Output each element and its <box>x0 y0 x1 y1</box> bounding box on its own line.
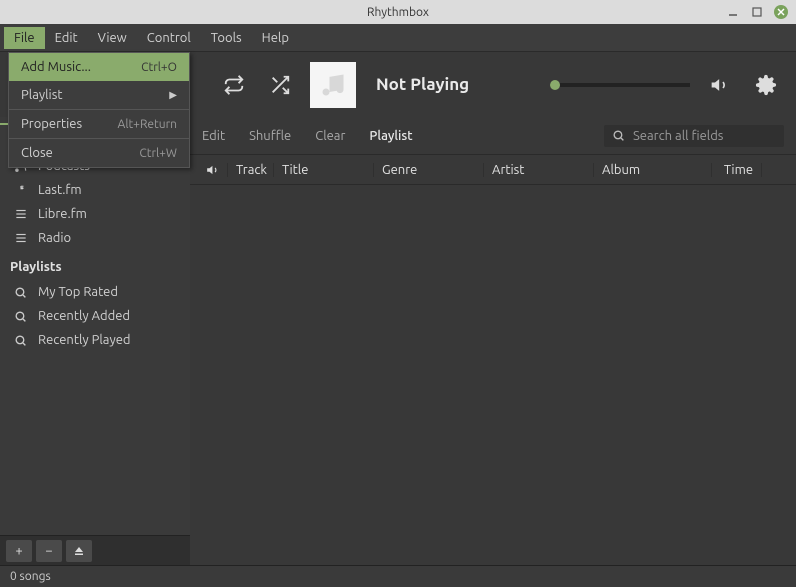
main-toolbar: Edit Shuffle Clear Playlist <box>190 117 796 155</box>
search-input[interactable] <box>633 129 776 143</box>
sidebar: ♫ Music Podcasts ᣵ Last.fm <box>0 117 190 565</box>
volume-button[interactable] <box>704 69 736 101</box>
column-time[interactable]: Time <box>712 163 762 177</box>
search-icon <box>612 129 625 142</box>
menu-item-label: Properties <box>21 117 82 131</box>
sidebar-bottom-bar: + − <box>0 535 190 565</box>
menu-help[interactable]: Help <box>252 27 299 49</box>
remove-playlist-button[interactable]: − <box>36 540 62 562</box>
menu-close[interactable]: Close Ctrl+W <box>9 139 189 167</box>
eject-button[interactable] <box>66 540 92 562</box>
menu-playlist[interactable]: Playlist ▶ <box>9 81 189 109</box>
sidebar-item-recently-played[interactable]: Recently Played <box>0 328 190 352</box>
sidebar-item-top-rated[interactable]: My Top Rated <box>0 280 190 304</box>
title-bar: Rhythmbox <box>0 0 796 24</box>
menu-item-shortcut: Ctrl+O <box>141 61 177 74</box>
column-track[interactable]: Track <box>228 163 274 177</box>
window-controls <box>726 5 788 19</box>
sidebar-item-lastfm[interactable]: ᣵ Last.fm <box>0 178 190 202</box>
list-icon <box>14 207 30 221</box>
menu-view[interactable]: View <box>88 27 137 49</box>
menu-item-label: Playlist <box>21 88 62 102</box>
search-box[interactable] <box>604 125 784 147</box>
sidebar-item-label: My Top Rated <box>38 285 118 299</box>
menu-item-shortcut: Ctrl+W <box>139 147 177 160</box>
menu-item-label: Close <box>21 146 53 160</box>
search-icon <box>14 310 30 323</box>
shuffle-button-text[interactable]: Shuffle <box>249 129 291 143</box>
main-panel: Edit Shuffle Clear Playlist Track Title … <box>190 117 796 565</box>
table-header: Track Title Genre Artist Album Time <box>190 155 796 185</box>
search-icon <box>14 334 30 347</box>
menu-item-label: Add Music... <box>21 60 91 74</box>
status-bar: 0 songs <box>0 565 796 587</box>
shuffle-button[interactable] <box>264 69 296 101</box>
status-text: 0 songs <box>10 570 51 583</box>
menu-properties[interactable]: Properties Alt+Return <box>9 110 189 138</box>
menu-control[interactable]: Control <box>137 27 201 49</box>
sidebar-item-label: Last.fm <box>38 183 82 197</box>
lastfm-icon: ᣵ <box>14 184 30 197</box>
sidebar-item-label: Recently Added <box>38 309 130 323</box>
file-dropdown: Add Music... Ctrl+O Playlist ▶ Propertie… <box>8 52 190 168</box>
progress-slider[interactable] <box>550 83 690 87</box>
sidebar-item-recently-added[interactable]: Recently Added <box>0 304 190 328</box>
sidebar-item-label: Recently Played <box>38 333 131 347</box>
now-playing-label: Not Playing <box>376 75 469 94</box>
menu-add-music[interactable]: Add Music... Ctrl+O <box>9 53 189 81</box>
settings-button[interactable] <box>750 69 782 101</box>
menu-edit[interactable]: Edit <box>45 27 88 49</box>
maximize-button[interactable] <box>750 5 764 19</box>
menu-item-shortcut: Alt+Return <box>118 118 177 131</box>
sidebar-list: ♫ Music Podcasts ᣵ Last.fm <box>0 117 190 535</box>
chevron-right-icon: ▶ <box>169 89 177 101</box>
menu-bar: File Edit View Control Tools Help <box>0 24 796 52</box>
sidebar-item-label: Radio <box>38 231 71 245</box>
repeat-button[interactable] <box>218 69 250 101</box>
window-title: Rhythmbox <box>367 6 429 19</box>
progress-knob[interactable] <box>550 80 560 90</box>
close-button[interactable] <box>774 5 788 19</box>
app-window: Rhythmbox File Edit View Control Tools H… <box>0 0 796 587</box>
table-body <box>190 185 796 565</box>
column-genre[interactable]: Genre <box>374 163 484 177</box>
sidebar-item-label: Libre.fm <box>38 207 87 221</box>
album-art <box>310 62 356 108</box>
list-icon <box>14 231 30 245</box>
menu-tools[interactable]: Tools <box>201 27 252 49</box>
column-title[interactable]: Title <box>274 163 374 177</box>
sidebar-item-radio[interactable]: Radio <box>0 226 190 250</box>
clear-button[interactable]: Clear <box>315 129 345 143</box>
minimize-button[interactable] <box>726 5 740 19</box>
add-playlist-button[interactable]: + <box>6 540 32 562</box>
column-artist[interactable]: Artist <box>484 163 594 177</box>
menu-file[interactable]: File <box>4 27 45 49</box>
search-icon <box>14 286 30 299</box>
content-area: ♫ Music Podcasts ᣵ Last.fm <box>0 117 796 565</box>
edit-button[interactable]: Edit <box>202 129 225 143</box>
sidebar-item-librefm[interactable]: Libre.fm <box>0 202 190 226</box>
playlist-button[interactable]: Playlist <box>369 129 412 143</box>
sidebar-playlists-header: Playlists <box>0 250 190 280</box>
column-playing[interactable] <box>198 163 228 177</box>
column-album[interactable]: Album <box>594 163 712 177</box>
